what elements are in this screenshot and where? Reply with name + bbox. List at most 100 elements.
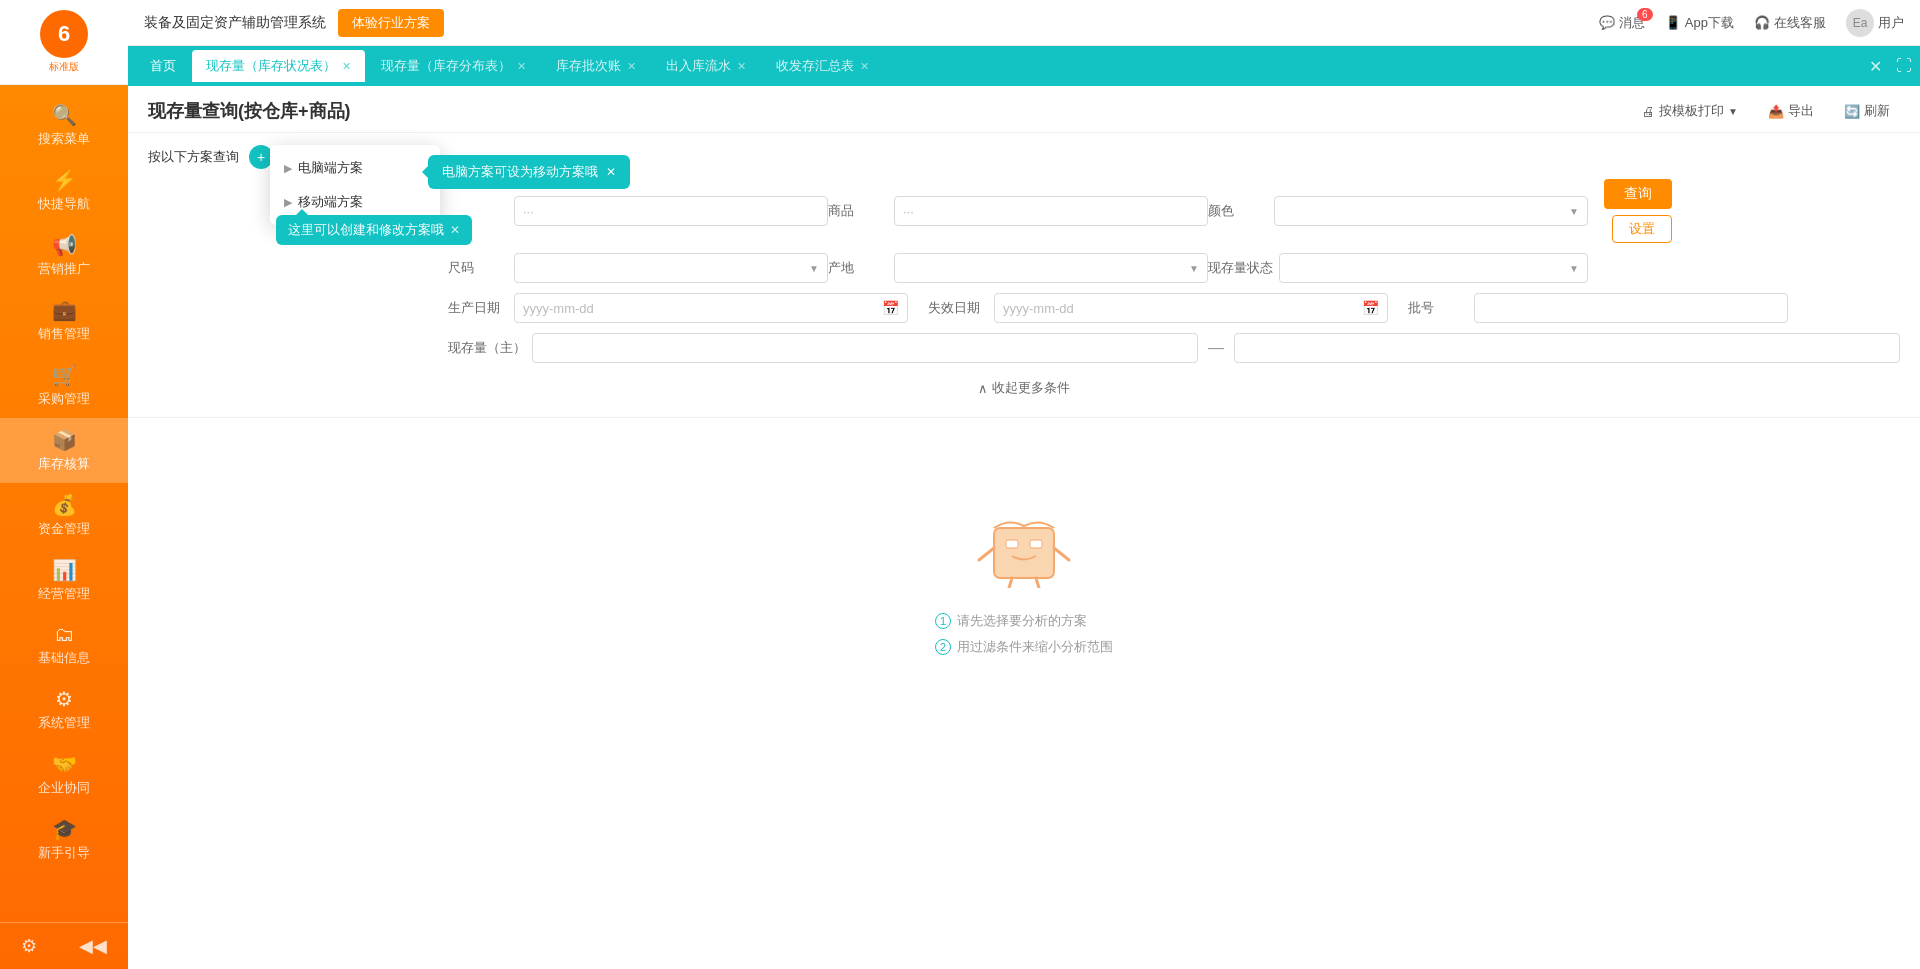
close-tab-inventory-status[interactable]: ✕ — [342, 60, 351, 73]
scheme-item-pc[interactable]: ▶ 电脑端方案 — [270, 151, 440, 185]
collapse-conditions-btn[interactable]: ∧ 收起更多条件 — [148, 371, 1900, 405]
filter-row-3: 生产日期 yyyy-mm-dd 📅 失效日期 yyyy-mm-dd 📅 — [448, 293, 1900, 323]
close-tab-inout[interactable]: ✕ — [737, 60, 746, 73]
sidebar-item-search[interactable]: 🔍 搜索菜单 — [0, 93, 128, 158]
tab-inout-flow[interactable]: 出入库流水 ✕ — [652, 50, 760, 82]
empty-illustration — [974, 498, 1074, 588]
sidebar-item-management[interactable]: 📊 经营管理 — [0, 548, 128, 613]
user-btn[interactable]: Ea 用户 — [1846, 9, 1904, 37]
inventory-icon: 📦 — [52, 428, 77, 452]
top-header-right: 💬 消息 6 📱 App下载 🎧 在线客服 Ea 用户 — [1599, 9, 1904, 37]
tab-inventory-dist[interactable]: 现存量（库存分布表） ✕ — [367, 50, 540, 82]
sidebar-item-cooperation[interactable]: 🤝 企业协同 — [0, 742, 128, 807]
top-header: 装备及固定资产辅助管理系统 体验行业方案 💬 消息 6 📱 App下载 🎧 在线… — [128, 0, 1920, 46]
print-icon: 🖨 — [1642, 104, 1655, 119]
close-scheme-tooltip-btn[interactable]: ✕ — [606, 165, 616, 179]
product-input[interactable]: ··· — [894, 196, 1208, 226]
refresh-btn[interactable]: 🔄 刷新 — [1834, 98, 1900, 124]
scheme-name-tooltip: 电脑方案可设为移动方案哦 ✕ — [428, 155, 630, 189]
stock-status-label: 现存量状态 — [1208, 259, 1273, 277]
sidebar-bottom: ⚙ ◀◀ — [0, 922, 128, 969]
collapse-icon: ∧ — [978, 381, 988, 396]
expire-date-field: 失效日期 yyyy-mm-dd 📅 — [928, 293, 1388, 323]
stock-main-start[interactable] — [532, 333, 1198, 363]
sidebar-collapse-btn[interactable]: ◀◀ — [79, 935, 107, 957]
filter-section-label: 按以下方案查询 — [148, 148, 239, 166]
produce-date-start[interactable]: yyyy-mm-dd 📅 — [514, 293, 908, 323]
warehouse-input[interactable]: ··· — [514, 196, 828, 226]
produce-date-label: 生产日期 — [448, 299, 508, 317]
sidebar-item-marketing[interactable]: 📢 营销推广 — [0, 223, 128, 288]
filter-row-1: ··· 商品 ··· 颜色 ▼ — [448, 179, 1900, 243]
color-field: 颜色 ▼ — [1208, 196, 1588, 226]
tab-batch-account[interactable]: 库存批次账 ✕ — [542, 50, 650, 82]
batch-input[interactable] — [1474, 293, 1788, 323]
tab-home[interactable]: 首页 — [136, 50, 190, 82]
expire-date-start[interactable]: yyyy-mm-dd 📅 — [994, 293, 1388, 323]
batch-field: 批号 — [1408, 293, 1788, 323]
origin-label: 产地 — [828, 259, 888, 277]
stock-main-label: 现存量（主） — [448, 339, 526, 357]
sidebar-settings-btn[interactable]: ⚙ — [21, 935, 37, 957]
chevron-size-icon: ▼ — [809, 263, 819, 274]
sales-icon: 💼 — [52, 298, 77, 322]
svg-line-3 — [979, 548, 994, 560]
sidebar-item-quick-nav[interactable]: ⚡ 快捷导航 — [0, 158, 128, 223]
search-button[interactable]: 查询 — [1604, 179, 1672, 209]
svg-line-4 — [1054, 548, 1069, 560]
export-icon: 📤 — [1768, 104, 1784, 119]
warehouse-field: ··· — [448, 196, 828, 226]
chevron-status-icon: ▼ — [1569, 263, 1579, 274]
close-tab-inventory-dist[interactable]: ✕ — [517, 60, 526, 73]
finance-icon: 💰 — [52, 493, 77, 517]
marketing-icon: 📢 — [52, 233, 77, 257]
expire-date-label: 失效日期 — [928, 299, 988, 317]
product-field: 商品 ··· — [828, 196, 1208, 226]
maximize-btn[interactable]: ⛶ — [1896, 57, 1912, 75]
guide-icon: 🎓 — [52, 817, 77, 841]
sidebar-item-system[interactable]: ⚙ 系统管理 — [0, 677, 128, 742]
close-tab-summary[interactable]: ✕ — [860, 60, 869, 73]
phone-icon: 📱 — [1665, 15, 1681, 30]
trial-industry-button[interactable]: 体验行业方案 — [338, 9, 444, 37]
sidebar-item-inventory[interactable]: 📦 库存核算 — [0, 418, 128, 483]
batch-label: 批号 — [1408, 299, 1468, 317]
main-content: 装备及固定资产辅助管理系统 体验行业方案 💬 消息 6 📱 App下载 🎧 在线… — [128, 0, 1920, 969]
empty-tip-1: 1 请先选择要分析的方案 — [935, 608, 1113, 634]
svg-rect-0 — [994, 528, 1054, 578]
empty-tip-2: 2 用过滤条件来缩小分析范围 — [935, 634, 1113, 660]
purchase-icon: 🛒 — [52, 363, 77, 387]
color-input[interactable]: ▼ — [1274, 196, 1588, 226]
close-tab-batch[interactable]: ✕ — [627, 60, 636, 73]
tab-inventory-status[interactable]: 现存量（库存状况表） ✕ — [192, 50, 365, 82]
size-select[interactable]: ▼ — [514, 253, 828, 283]
basic-info-icon: 🗂 — [54, 623, 74, 646]
stock-main-end[interactable] — [1234, 333, 1900, 363]
collapse-arrow-icon2: ▶ — [284, 196, 292, 209]
settings-button[interactable]: 设置 — [1612, 215, 1672, 243]
sidebar-item-sales[interactable]: 💼 销售管理 — [0, 288, 128, 353]
svg-rect-1 — [1006, 540, 1018, 548]
close-create-tooltip-btn[interactable]: ✕ — [450, 223, 460, 237]
sidebar-logo: 6 标准版 — [0, 0, 128, 85]
avatar: Ea — [1846, 9, 1874, 37]
sidebar-item-purchase[interactable]: 🛒 采购管理 — [0, 353, 128, 418]
sidebar-item-guide[interactable]: 🎓 新手引导 — [0, 807, 128, 872]
export-btn[interactable]: 📤 导出 — [1758, 98, 1824, 124]
chevron-down-icon: ▼ — [1728, 106, 1738, 117]
chevron-color-icon: ▼ — [1569, 206, 1579, 217]
sidebar-item-basic-info[interactable]: 🗂 基础信息 — [0, 613, 128, 677]
print-template-btn[interactable]: 🖨 按模板打印 ▼ — [1632, 98, 1748, 124]
product-label: 商品 — [828, 202, 888, 220]
stock-status-select[interactable]: ▼ — [1279, 253, 1588, 283]
origin-select[interactable]: ▼ — [894, 253, 1208, 283]
tab-bar: 首页 现存量（库存状况表） ✕ 现存量（库存分布表） ✕ 库存批次账 ✕ 出入库… — [128, 46, 1920, 86]
sidebar-menu: 🔍 搜索菜单 ⚡ 快捷导航 📢 营销推广 💼 销售管理 🛒 采购管理 📦 库存核… — [0, 85, 128, 922]
close-all-tabs-btn[interactable]: ✕ — [1861, 57, 1890, 76]
size-field: 尺码 ▼ — [448, 253, 828, 283]
app-download-btn[interactable]: 📱 App下载 — [1665, 14, 1734, 32]
tab-summary[interactable]: 收发存汇总表 ✕ — [762, 50, 883, 82]
online-service-btn[interactable]: 🎧 在线客服 — [1754, 14, 1826, 32]
messages-btn[interactable]: 💬 消息 6 — [1599, 14, 1645, 32]
sidebar-item-finance[interactable]: 💰 资金管理 — [0, 483, 128, 548]
